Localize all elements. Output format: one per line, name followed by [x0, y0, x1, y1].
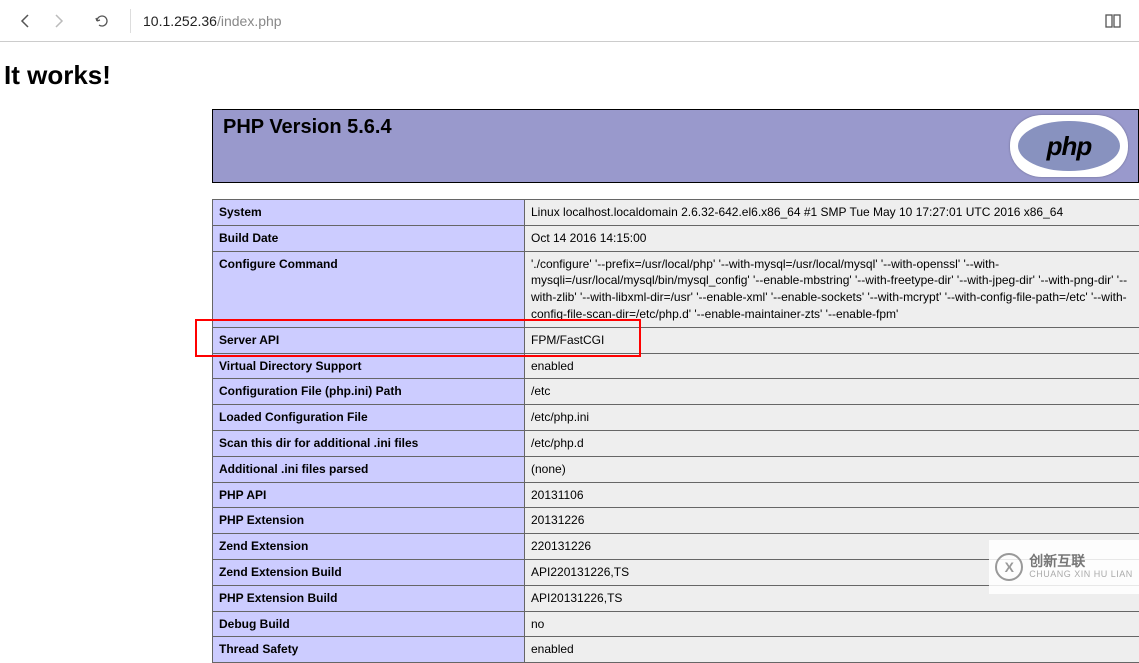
book-icon: [1104, 12, 1122, 30]
php-logo-text: php: [1018, 121, 1120, 171]
table-row: Configuration File (php.ini) Path/etc: [213, 379, 1139, 405]
row-label: Thread Safety: [213, 637, 525, 663]
row-label: System: [213, 200, 525, 226]
row-label: Additional .ini files parsed: [213, 456, 525, 482]
table-row: Virtual Directory Supportenabled: [213, 353, 1139, 379]
table-row: Loaded Configuration File/etc/php.ini: [213, 405, 1139, 431]
table-row: Scan this dir for additional .ini files/…: [213, 430, 1139, 456]
url-host: 10.1.252.36: [143, 13, 217, 29]
row-label: Build Date: [213, 225, 525, 251]
row-label: Server API: [213, 327, 525, 353]
table-row: PHP API20131106: [213, 482, 1139, 508]
page-title: It works!: [4, 50, 1139, 109]
row-value: (none): [525, 456, 1139, 482]
page-content: It works! PHP Version 5.6.4 php SystemLi…: [0, 42, 1139, 663]
row-value: /etc/php.d: [525, 430, 1139, 456]
table-row: Debug Buildno: [213, 611, 1139, 637]
row-value: enabled: [525, 637, 1139, 663]
row-label: Zend Extension Build: [213, 559, 525, 585]
row-label: PHP API: [213, 482, 525, 508]
row-value: 20131106: [525, 482, 1139, 508]
row-value: FPM/FastCGI: [525, 327, 1139, 353]
row-label: Virtual Directory Support: [213, 353, 525, 379]
arrow-left-icon: [18, 13, 34, 29]
row-value: /etc: [525, 379, 1139, 405]
forward-button[interactable]: [42, 5, 74, 37]
watermark-text: 创新互联 CHUANG XIN HU LIAN: [1029, 554, 1133, 579]
php-logo: php: [1010, 115, 1128, 177]
watermark: X 创新互联 CHUANG XIN HU LIAN: [989, 540, 1139, 594]
reload-button[interactable]: [86, 5, 118, 37]
back-button[interactable]: [10, 5, 42, 37]
watermark-en: CHUANG XIN HU LIAN: [1029, 570, 1133, 580]
reload-icon: [94, 13, 110, 29]
watermark-logo-icon: X: [995, 553, 1023, 581]
row-value: Linux localhost.localdomain 2.6.32-642.e…: [525, 200, 1139, 226]
row-value: no: [525, 611, 1139, 637]
phpinfo-header: PHP Version 5.6.4 php: [212, 109, 1139, 183]
row-value: 20131226: [525, 508, 1139, 534]
row-label: Loaded Configuration File: [213, 405, 525, 431]
row-label: Configuration File (php.ini) Path: [213, 379, 525, 405]
row-label: PHP Extension Build: [213, 585, 525, 611]
row-label: Zend Extension: [213, 534, 525, 560]
row-value: enabled: [525, 353, 1139, 379]
table-row: SystemLinux localhost.localdomain 2.6.32…: [213, 200, 1139, 226]
row-label: PHP Extension: [213, 508, 525, 534]
browser-toolbar: 10.1.252.36/index.php: [0, 0, 1139, 42]
url-bar[interactable]: 10.1.252.36/index.php: [139, 13, 282, 29]
row-value: './configure' '--prefix=/usr/local/php' …: [525, 251, 1139, 327]
table-row: Configure Command'./configure' '--prefix…: [213, 251, 1139, 327]
table-row: Additional .ini files parsed(none): [213, 456, 1139, 482]
arrow-right-icon: [50, 13, 66, 29]
row-label: Debug Build: [213, 611, 525, 637]
toolbar-right: [1097, 5, 1129, 37]
table-row: Server APIFPM/FastCGI: [213, 327, 1139, 353]
toolbar-divider: [130, 9, 131, 33]
php-version-title: PHP Version 5.6.4: [223, 116, 392, 139]
row-value: Oct 14 2016 14:15:00: [525, 225, 1139, 251]
table-row: Build DateOct 14 2016 14:15:00: [213, 225, 1139, 251]
row-value: /etc/php.ini: [525, 405, 1139, 431]
row-label: Configure Command: [213, 251, 525, 327]
row-label: Scan this dir for additional .ini files: [213, 430, 525, 456]
table-row: Thread Safetyenabled: [213, 637, 1139, 663]
reader-button[interactable]: [1097, 5, 1129, 37]
url-path: /index.php: [217, 13, 282, 29]
watermark-cn: 创新互联: [1029, 554, 1133, 569]
table-row: PHP Extension20131226: [213, 508, 1139, 534]
